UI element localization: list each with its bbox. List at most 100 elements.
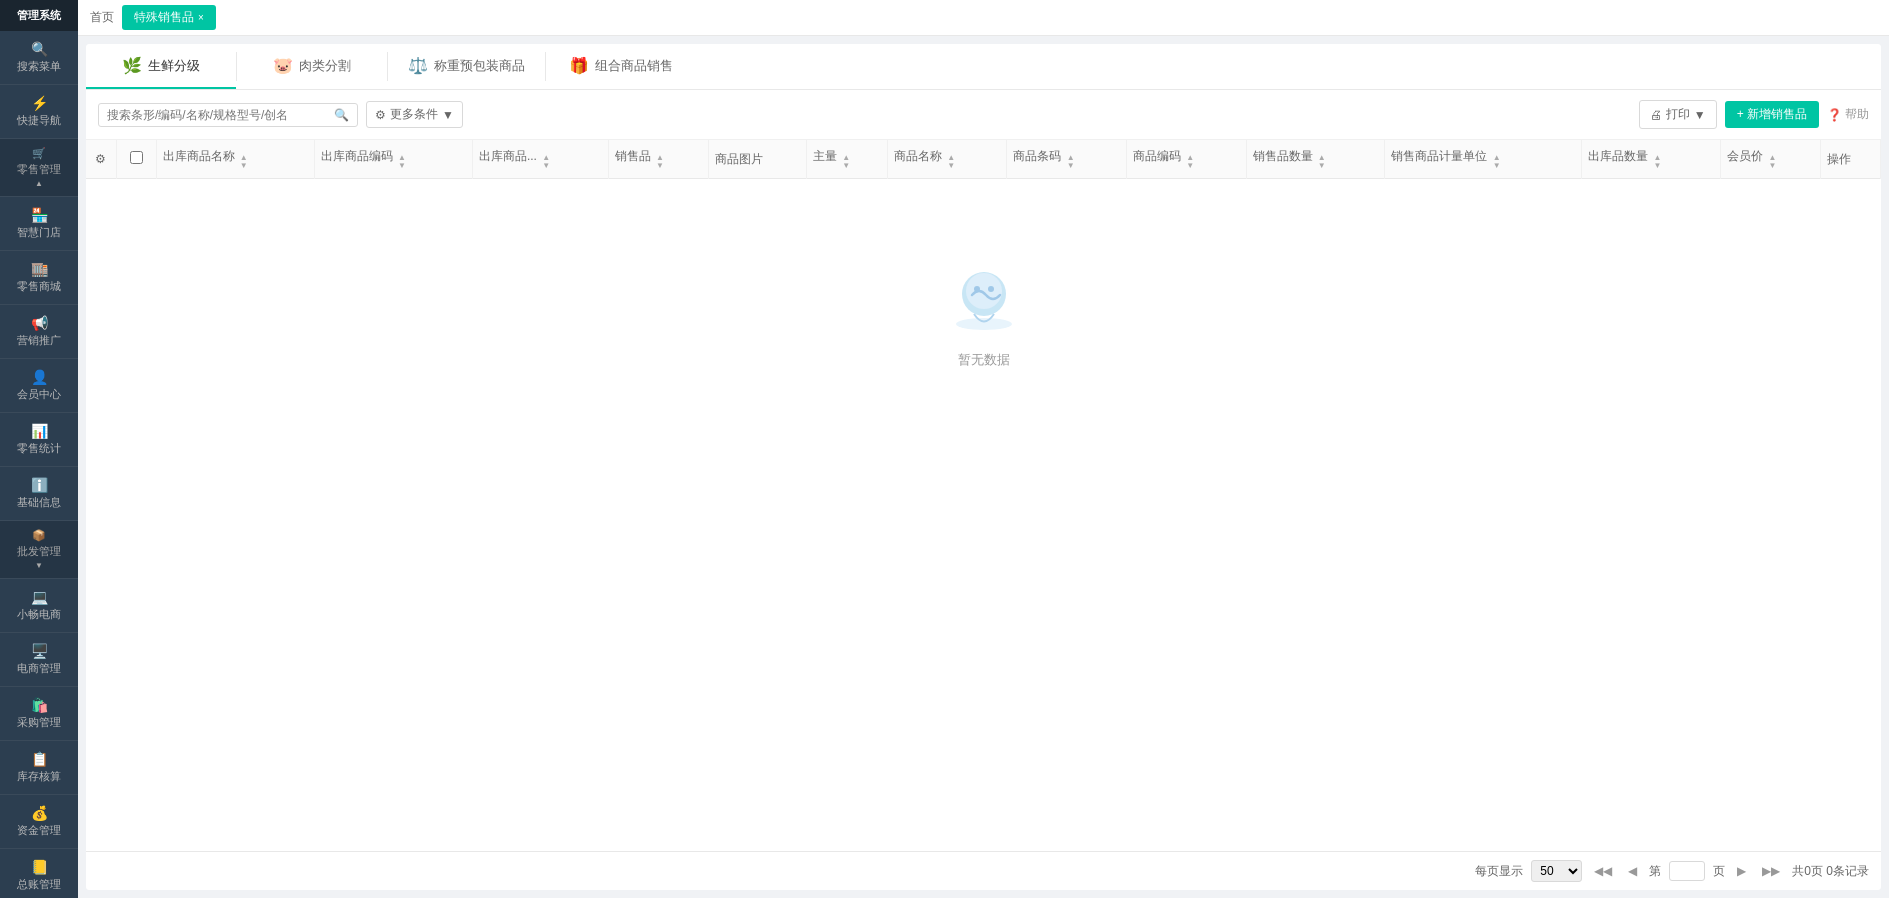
select-all-checkbox[interactable] bbox=[130, 151, 143, 164]
sort-arrows-icon: ▲▼ bbox=[240, 154, 248, 170]
tab-bar: 🌿 生鲜分级 🐷 肉类分割 ⚖️ 称重预包装商品 🎁 组合商品销售 bbox=[86, 44, 1881, 90]
filter-icon: ⚙ bbox=[375, 108, 386, 122]
sidebar-item-quick-nav[interactable]: ⚡ 快捷导航 bbox=[0, 85, 78, 139]
filter-label: 更多条件 bbox=[390, 106, 438, 123]
sidebar-item-inventory[interactable]: 📋 库存核算 bbox=[0, 741, 78, 795]
sort-arrows-icon: ▲▼ bbox=[542, 154, 550, 170]
sidebar-item-general-ledger[interactable]: 📒 总账管理 bbox=[0, 849, 78, 898]
sort-arrows-icon: ▲▼ bbox=[398, 154, 406, 170]
search-menu-icon: 🔍 bbox=[31, 41, 48, 57]
tab-fresh-grade[interactable]: 🌿 生鲜分级 bbox=[86, 44, 236, 89]
sidebar-item-search-menu[interactable]: 🔍 搜索菜单 bbox=[0, 31, 78, 85]
empty-state: 暂无数据 bbox=[86, 179, 1881, 449]
sidebar-item-label: 智慧门店 bbox=[17, 225, 61, 240]
sidebar-item-label: 库存核算 bbox=[17, 769, 61, 784]
sort-arrows-icon: ▲▼ bbox=[1067, 154, 1075, 170]
sidebar-item-ecom-mgmt[interactable]: 🖥️ 电商管理 bbox=[0, 633, 78, 687]
sidebar-item-label: 批发管理 bbox=[17, 544, 61, 559]
svg-point-3 bbox=[974, 286, 980, 292]
tab-combo-sales[interactable]: 🎁 组合商品销售 bbox=[546, 44, 696, 89]
help-button[interactable]: ❓ 帮助 bbox=[1827, 106, 1869, 123]
tab-weight-pack-label: 称重预包装商品 bbox=[434, 57, 525, 75]
sort-arrows-icon: ▲▼ bbox=[842, 154, 850, 170]
sidebar-item-label: 采购管理 bbox=[17, 715, 61, 730]
sidebar-item-label: 营销推广 bbox=[17, 333, 61, 348]
fresh-grade-icon: 🌿 bbox=[122, 56, 142, 75]
finance-icon: 💰 bbox=[31, 805, 48, 821]
quick-nav-icon: ⚡ bbox=[31, 95, 48, 111]
sidebar-item-smart-store[interactable]: 🏪 智慧门店 bbox=[0, 197, 78, 251]
data-table: ⚙ 出库商品名称 ▲▼ 出库商品编码 ▲▼ 出库商品... ▲▼ bbox=[86, 140, 1881, 179]
per-page-select[interactable]: 50 10 20 100 bbox=[1531, 860, 1582, 882]
th-goods-barcode[interactable]: 商品条码 ▲▼ bbox=[1007, 140, 1127, 179]
chevron-down-icon: ▼ bbox=[1694, 108, 1706, 122]
svg-point-4 bbox=[988, 286, 994, 292]
inventory-icon: 📋 bbox=[31, 751, 48, 767]
home-tab[interactable]: 首页 bbox=[90, 9, 114, 26]
search-box[interactable]: 🔍 bbox=[98, 103, 358, 127]
total-info: 共0页 0条记录 bbox=[1792, 863, 1869, 880]
current-page-input[interactable]: 1 bbox=[1669, 861, 1705, 881]
help-label: 帮助 bbox=[1845, 106, 1869, 123]
sidebar-item-purchase-mgmt[interactable]: 🛍️ 采购管理 bbox=[0, 687, 78, 741]
th-main-weight[interactable]: 主量 ▲▼ bbox=[806, 140, 887, 179]
sidebar-item-label: 零售商城 bbox=[17, 279, 61, 294]
search-input[interactable] bbox=[107, 108, 330, 122]
filter-button[interactable]: ⚙ 更多条件 ▼ bbox=[366, 101, 463, 128]
th-goods-name[interactable]: 商品名称 ▲▼ bbox=[887, 140, 1007, 179]
th-settings[interactable]: ⚙ bbox=[86, 140, 116, 179]
sort-arrows-icon: ▲▼ bbox=[1654, 154, 1662, 170]
sort-arrows-icon: ▲▼ bbox=[1768, 154, 1776, 170]
sidebar-item-label: 零售统计 bbox=[17, 441, 61, 456]
member-center-icon: 👤 bbox=[31, 369, 48, 385]
sidebar-item-sales-promo[interactable]: 📢 营销推广 bbox=[0, 305, 78, 359]
th-checkbox[interactable] bbox=[116, 140, 156, 179]
print-icon: 🖨 bbox=[1650, 108, 1662, 122]
th-goods-code[interactable]: 商品编码 ▲▼ bbox=[1126, 140, 1246, 179]
tab-meat-cut[interactable]: 🐷 肉类分割 bbox=[237, 44, 387, 89]
search-icon[interactable]: 🔍 bbox=[334, 108, 349, 122]
th-sales-qty[interactable]: 销售品数量 ▲▼ bbox=[1246, 140, 1385, 179]
wholesale-mgmt-icon: 📦 bbox=[32, 529, 46, 542]
th-sales-goods[interactable]: 销售品 ▲▼ bbox=[608, 140, 708, 179]
new-sales-item-button[interactable]: + 新增销售品 bbox=[1725, 101, 1819, 128]
chevron-down-icon: ▲ bbox=[35, 179, 43, 188]
th-out-goods-extra[interactable]: 出库商品... ▲▼ bbox=[472, 140, 608, 179]
th-sales-unit[interactable]: 销售商品计量单位 ▲▼ bbox=[1385, 140, 1582, 179]
th-member-price[interactable]: 会员价 ▲▼ bbox=[1721, 140, 1821, 179]
sales-promo-icon: 📢 bbox=[31, 315, 48, 331]
empty-state-icon bbox=[944, 259, 1024, 339]
tab-weight-pack[interactable]: ⚖️ 称重预包装商品 bbox=[388, 44, 545, 89]
th-out-qty[interactable]: 出库品数量 ▲▼ bbox=[1582, 140, 1721, 179]
sidebar-item-retail-stats[interactable]: 📊 零售统计 bbox=[0, 413, 78, 467]
th-out-goods-name[interactable]: 出库商品名称 ▲▼ bbox=[156, 140, 314, 179]
basic-info-icon: ℹ️ bbox=[31, 477, 48, 493]
table-header-row: ⚙ 出库商品名称 ▲▼ 出库商品编码 ▲▼ 出库商品... ▲▼ bbox=[86, 140, 1881, 179]
empty-text: 暂无数据 bbox=[958, 351, 1010, 369]
sort-arrows-icon: ▲▼ bbox=[1318, 154, 1326, 170]
retail-mall-icon: 🏬 bbox=[31, 261, 48, 277]
smart-store-icon: 🏪 bbox=[31, 207, 48, 223]
mini-ecom-icon: 💻 bbox=[31, 589, 48, 605]
sidebar-item-finance[interactable]: 💰 资金管理 bbox=[0, 795, 78, 849]
sidebar-item-retail-mall[interactable]: 🏬 零售商城 bbox=[0, 251, 78, 305]
svg-point-0 bbox=[956, 318, 1012, 330]
last-page-button[interactable]: ▶▶ bbox=[1758, 862, 1784, 880]
sidebar-item-basic-info[interactable]: ℹ️ 基础信息 bbox=[0, 467, 78, 521]
sidebar-item-retail-mgmt[interactable]: 🛒 零售管理 ▲ bbox=[0, 139, 78, 197]
purchase-mgmt-icon: 🛍️ bbox=[31, 697, 48, 713]
active-tab[interactable]: 特殊销售品 × bbox=[122, 5, 216, 30]
sidebar-item-wholesale-mgmt[interactable]: 📦 批发管理 ▼ bbox=[0, 521, 78, 579]
sidebar-item-label: 搜索菜单 bbox=[17, 59, 61, 74]
table-wrap: ⚙ 出库商品名称 ▲▼ 出库商品编码 ▲▼ 出库商品... ▲▼ bbox=[86, 140, 1881, 851]
th-goods-image[interactable]: 商品图片 bbox=[708, 140, 806, 179]
print-button[interactable]: 🖨 打印 ▼ bbox=[1639, 100, 1717, 129]
next-page-button[interactable]: ▶ bbox=[1733, 862, 1750, 880]
sidebar-item-label: 资金管理 bbox=[17, 823, 61, 838]
th-out-goods-code[interactable]: 出库商品编码 ▲▼ bbox=[314, 140, 472, 179]
close-tab-icon[interactable]: × bbox=[198, 12, 204, 23]
first-page-button[interactable]: ◀◀ bbox=[1590, 862, 1616, 880]
sidebar-item-member-center[interactable]: 👤 会员中心 bbox=[0, 359, 78, 413]
prev-page-button[interactable]: ◀ bbox=[1624, 862, 1641, 880]
sidebar-item-mini-ecom[interactable]: 💻 小畅电商 bbox=[0, 579, 78, 633]
